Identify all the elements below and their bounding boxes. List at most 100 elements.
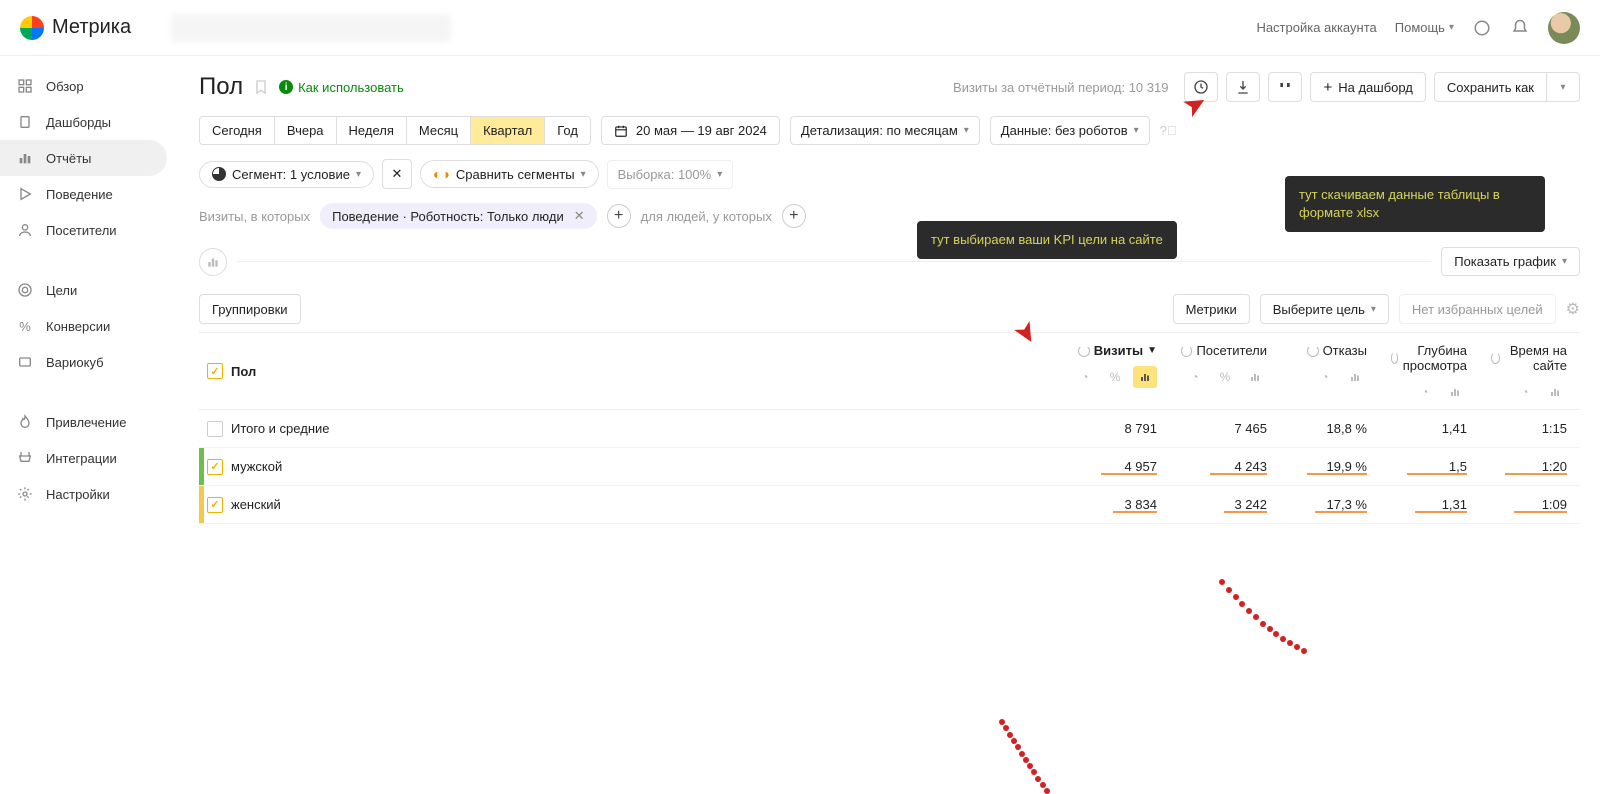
view-pie-icon[interactable]: ◔ <box>1413 381 1437 403</box>
cell-visits: 4 957 <box>1059 459 1169 474</box>
period-option-2[interactable]: Неделя <box>337 117 407 144</box>
info-icon: i <box>279 80 293 94</box>
segment-pill[interactable]: Сегмент: 1 условие▾ <box>199 161 374 188</box>
user-icon <box>16 221 34 239</box>
add-visit-filter-button[interactable]: + <box>607 204 631 228</box>
view-pie-icon[interactable]: ◔ <box>1313 366 1337 388</box>
help-icon[interactable]: ?⃝ <box>1160 123 1177 138</box>
metrics-button[interactable]: Метрики <box>1173 294 1250 324</box>
sidebar: Обзор Дашборды Отчёты Поведение Посетите… <box>0 56 175 524</box>
total-label: Итого и средние <box>231 421 329 436</box>
save-as-button[interactable]: Сохранить как <box>1434 72 1546 102</box>
sidebar-item-overview[interactable]: Обзор <box>0 68 167 104</box>
gear-icon <box>16 485 34 503</box>
total-bounce: 18,8 % <box>1279 421 1379 436</box>
help-dropdown[interactable]: Помощь ▾ <box>1395 20 1454 35</box>
add-people-filter-button[interactable]: + <box>782 204 806 228</box>
col-visits-header[interactable]: Визиты <box>1094 343 1143 358</box>
period-option-5[interactable]: Год <box>545 117 590 144</box>
page-title: Пол <box>199 73 243 101</box>
row-stripe <box>199 486 204 523</box>
cell-depth: 1,31 <box>1379 497 1479 512</box>
brand-name: Метрика <box>52 16 131 39</box>
bookmark-icon[interactable] <box>253 78 269 96</box>
period-option-3[interactable]: Месяц <box>407 117 471 144</box>
view-pie-icon[interactable]: ◔ <box>1183 366 1207 388</box>
compare-segments-pill[interactable]: ◐◑ Сравнить сегменты▾ <box>420 160 599 188</box>
total-visits: 8 791 <box>1059 421 1169 436</box>
sidebar-item-reports[interactable]: Отчёты <box>0 140 167 176</box>
sidebar-item-variocube[interactable]: Вариокуб <box>0 344 167 380</box>
avatar[interactable] <box>1548 12 1580 44</box>
col-bounce-header[interactable]: Отказы <box>1323 343 1367 358</box>
chat-icon[interactable] <box>1472 18 1492 38</box>
target-icon <box>16 281 34 299</box>
chip-remove-icon[interactable]: ✕ <box>570 208 589 224</box>
view-bars-icon[interactable] <box>1133 366 1157 388</box>
col-time-header[interactable]: Время на сайте <box>1504 343 1567 373</box>
how-to-use-link[interactable]: i Как использовать <box>279 80 404 95</box>
filter-chip-robots[interactable]: Поведение · Роботность: Только люди ✕ <box>320 203 597 229</box>
show-chart-button[interactable]: Показать график▾ <box>1441 247 1580 276</box>
sidebar-item-conversions[interactable]: %Конверсии <box>0 308 167 344</box>
compare-icon: ◐◑ <box>433 166 450 182</box>
no-fav-goals-pill: Нет избранных целей <box>1399 294 1556 324</box>
sidebar-item-visitors[interactable]: Посетители <box>0 212 167 248</box>
view-pie-icon[interactable]: ◔ <box>1513 381 1537 403</box>
date-range-picker[interactable]: 20 мая — 19 авг 2024 <box>601 116 780 145</box>
table-row: ✓ женский 3 834 3 242 17,3 % 1,31 1:09 <box>199 486 1580 524</box>
save-as-dropdown[interactable]: ▾ <box>1546 72 1580 102</box>
row-label: женский <box>231 497 281 512</box>
period-segmented: СегодняВчераНеделяМесяцКварталГод <box>199 116 591 145</box>
bell-icon[interactable] <box>1510 18 1530 38</box>
logo[interactable]: Метрика <box>20 16 131 40</box>
period-option-0[interactable]: Сегодня <box>200 117 275 144</box>
groupings-button[interactable]: Группировки <box>199 294 301 324</box>
sidebar-item-dashboards[interactable]: Дашборды <box>0 104 167 140</box>
view-bars-icon[interactable] <box>1243 366 1267 388</box>
view-pie-icon[interactable]: ◔ <box>1073 366 1097 388</box>
period-option-4[interactable]: Квартал <box>471 117 545 144</box>
view-percent-icon[interactable]: % <box>1103 366 1127 388</box>
percent-icon: % <box>16 317 34 335</box>
refresh-icon <box>1181 345 1192 357</box>
row-checkbox[interactable]: ✓ <box>207 497 223 513</box>
chart-knob[interactable] <box>199 248 227 276</box>
sidebar-item-integrations[interactable]: Интеграции <box>0 440 167 476</box>
copy-icon <box>16 113 34 131</box>
view-bars-icon[interactable] <box>1543 381 1567 403</box>
total-visitors: 7 465 <box>1169 421 1279 436</box>
data-dropdown[interactable]: Данные: без роботов▾ <box>990 116 1150 145</box>
col-depth-header[interactable]: Глубина просмотра <box>1402 343 1467 373</box>
site-selector-blurred[interactable] <box>171 14 451 42</box>
grid-icon <box>16 77 34 95</box>
row-label: мужской <box>231 459 282 474</box>
header-checkbox[interactable]: ✓ <box>207 363 223 379</box>
row-checkbox[interactable]: ✓ <box>207 459 223 475</box>
cell-time: 1:20 <box>1479 459 1579 474</box>
view-bars-icon[interactable] <box>1343 366 1367 388</box>
add-to-dashboard-button[interactable]: +На дашборд <box>1310 72 1425 102</box>
sidebar-item-goals[interactable]: Цели <box>0 272 167 308</box>
flame-icon <box>16 413 34 431</box>
table-settings-icon[interactable]: ⚙ <box>1566 299 1580 319</box>
sidebar-item-acquisition[interactable]: Привлечение <box>0 404 167 440</box>
annotation-xlsx: тут скачиваем данные таблицы в формате x… <box>1285 176 1545 232</box>
view-bars-icon[interactable] <box>1443 381 1467 403</box>
sample-dropdown[interactable]: Выборка: 100%▾ <box>607 160 734 189</box>
total-checkbox[interactable]: ✓ <box>207 421 223 437</box>
quotes-button[interactable] <box>1268 72 1302 102</box>
segment-clear-button[interactable]: ✕ <box>382 159 412 189</box>
detail-dropdown[interactable]: Детализация: по месяцам▾ <box>790 116 980 145</box>
view-percent-icon[interactable]: % <box>1213 366 1237 388</box>
account-settings-link[interactable]: Настройка аккаунта <box>1256 20 1376 35</box>
period-option-1[interactable]: Вчера <box>275 117 337 144</box>
sidebar-item-settings[interactable]: Настройки <box>0 476 167 512</box>
chevron-down-icon: ▾ <box>1449 22 1454 33</box>
col-visitors-header[interactable]: Посетители <box>1196 343 1267 358</box>
refresh-icon <box>1491 352 1500 364</box>
cell-visits: 3 834 <box>1059 497 1169 512</box>
export-button[interactable] <box>1226 72 1260 102</box>
sidebar-item-behavior[interactable]: Поведение <box>0 176 167 212</box>
choose-goal-dropdown[interactable]: Выберите цель▾ <box>1260 294 1389 324</box>
